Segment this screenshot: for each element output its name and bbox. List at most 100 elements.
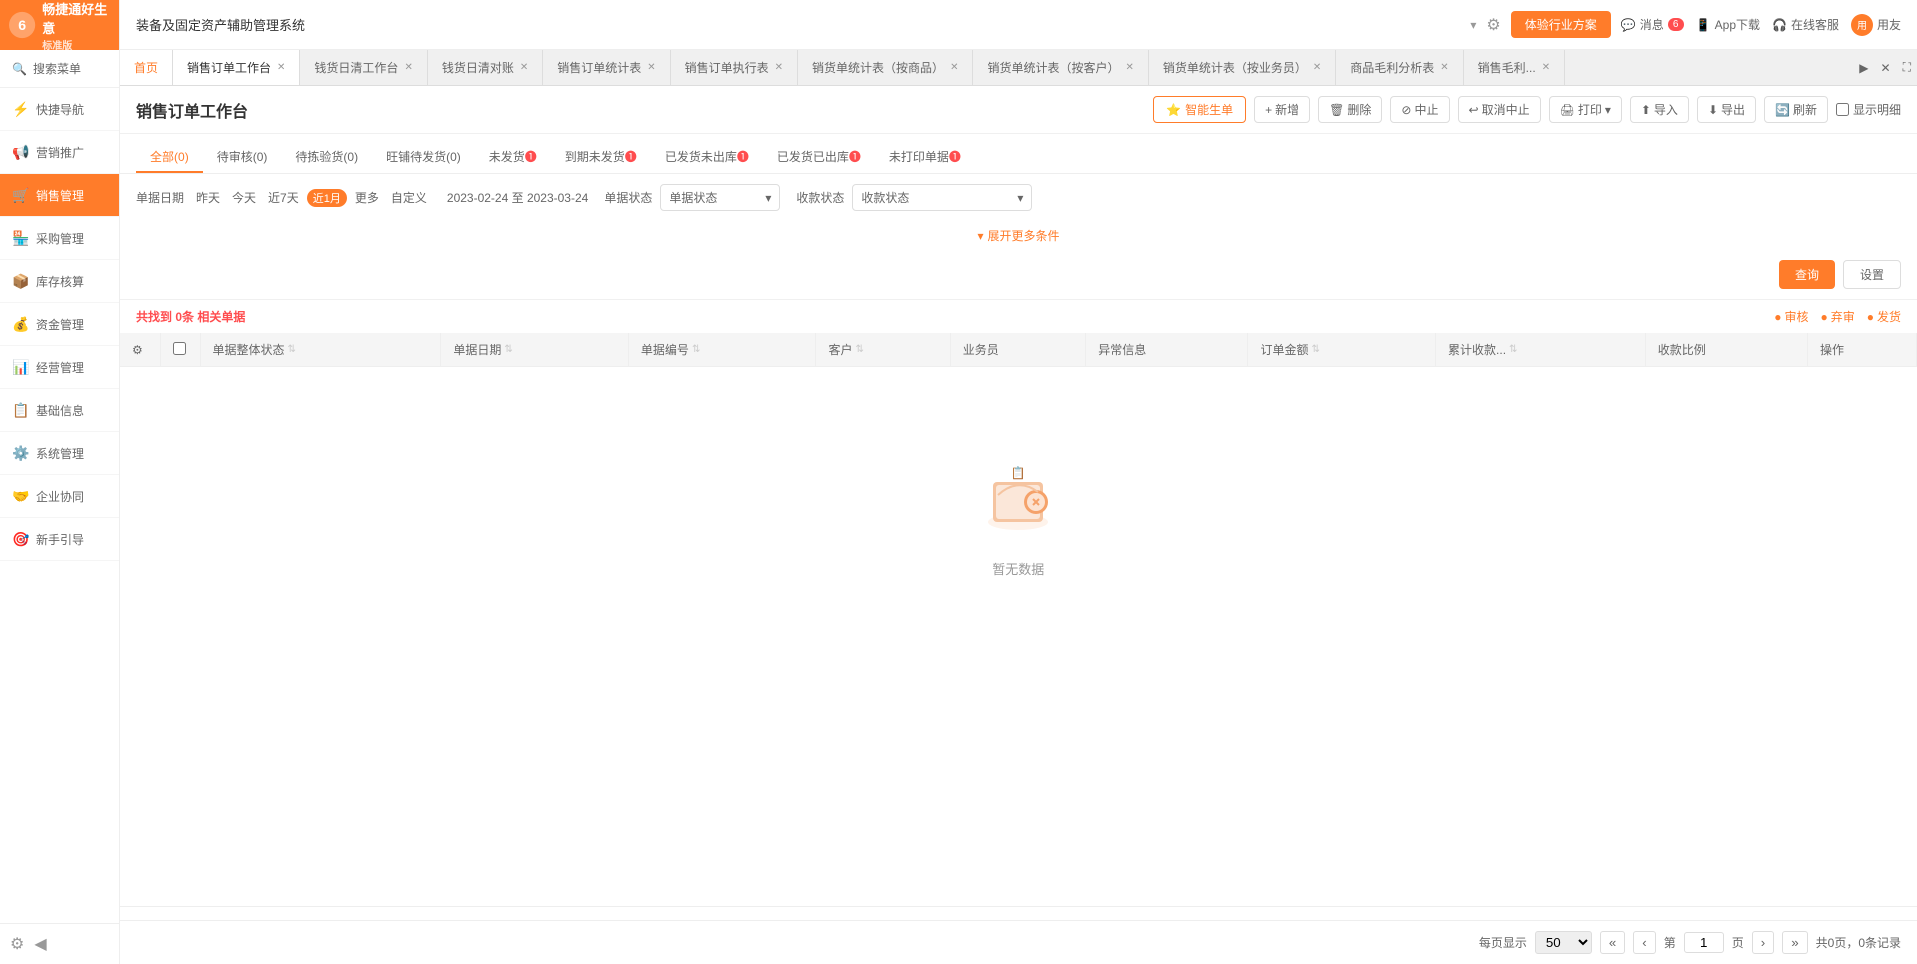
tab-close-icon-2[interactable]: ✕: [404, 62, 412, 73]
subtab-overdue-unshipped[interactable]: 到期未发货❶: [551, 142, 651, 173]
refresh-button[interactable]: 🔄 刷新: [1764, 96, 1828, 123]
sidebar-item-purchase[interactable]: 🏪 采购管理: [0, 217, 119, 260]
last-page-btn[interactable]: »: [1782, 931, 1807, 954]
tab-margin-analysis[interactable]: 商品毛利分析表 ✕: [1336, 50, 1463, 86]
online-service-btn[interactable]: 🎧 在线客服: [1772, 16, 1839, 33]
app-download-btn[interactable]: 📱 App下载: [1696, 16, 1760, 33]
message-btn[interactable]: 💬 消息 6: [1621, 16, 1684, 33]
th-accum-payment[interactable]: 累计收款...⇅: [1436, 333, 1646, 367]
date-opt-yesterday[interactable]: 昨天: [192, 187, 224, 208]
horizontal-scrollbar[interactable]: [120, 906, 1917, 920]
tab-goods-stats[interactable]: 销货单统计表（按商品） ✕: [798, 50, 973, 86]
subtab-shipped-not-out[interactable]: 已发货未出库❶: [651, 142, 763, 173]
filter-setting-button[interactable]: 设置: [1843, 260, 1901, 289]
tab-close-icon-8[interactable]: ✕: [1313, 62, 1321, 73]
next-page-btn[interactable]: ›: [1752, 931, 1774, 954]
sidebar-item-system[interactable]: ⚙️ 系统管理: [0, 432, 119, 475]
tab-sales-margin[interactable]: 销售毛利... ✕: [1464, 50, 1565, 86]
cancel-stop-button[interactable]: ↩ 取消中止: [1458, 96, 1541, 123]
tab-sales-workbench[interactable]: 销售订单工作台 ✕: [173, 50, 300, 86]
date-opt-custom[interactable]: 自定义: [387, 187, 431, 208]
user-btn[interactable]: 用 用友: [1851, 14, 1901, 36]
tab-cashflow-reconcile[interactable]: 钱货日清对账 ✕: [428, 50, 543, 86]
tab-expand[interactable]: ⛶: [1897, 50, 1917, 86]
sidebar-item-guide[interactable]: 🎯 新手引导: [0, 518, 119, 561]
subtab-wangpu-ship[interactable]: 旺铺待发货(0): [372, 142, 475, 173]
th-doc-no[interactable]: 单据编号⇅: [628, 333, 816, 367]
show-detail-checkbox[interactable]: [1836, 103, 1849, 116]
search-menu[interactable]: 🔍 搜索菜单: [0, 50, 119, 88]
page-size-select[interactable]: 10 20 50 100: [1535, 931, 1592, 954]
query-button[interactable]: 查询: [1779, 260, 1835, 289]
th-checkbox[interactable]: [160, 333, 200, 367]
export-button[interactable]: ⬇ 导出: [1697, 96, 1756, 123]
delete-button[interactable]: 🗑 删除: [1318, 96, 1382, 123]
select-all-checkbox[interactable]: [173, 342, 186, 355]
tab-customer-stats[interactable]: 销货单统计表（按客户） ✕: [973, 50, 1148, 86]
tab-close-all[interactable]: ✕: [1875, 50, 1897, 86]
tab-close-icon-5[interactable]: ✕: [775, 62, 783, 73]
th-customer[interactable]: 客户⇅: [816, 333, 950, 367]
tab-close-icon-9[interactable]: ✕: [1440, 62, 1448, 73]
th-doc-status[interactable]: 单据整体状态⇅: [200, 333, 441, 367]
sidebar-item-inventory[interactable]: 📦 库存核算: [0, 260, 119, 303]
expand-filter-btn[interactable]: ▾ 展开更多条件: [977, 227, 1059, 244]
first-page-btn[interactable]: «: [1600, 931, 1625, 954]
sidebar-item-operation[interactable]: 📊 经营管理: [0, 346, 119, 389]
tab-home[interactable]: 首页: [120, 50, 173, 86]
batch-review-btn[interactable]: ● 审核: [1774, 308, 1808, 325]
sidebar-item-marketing[interactable]: 📢 营销推广: [0, 131, 119, 174]
tab-close-icon-10[interactable]: ✕: [1542, 62, 1550, 73]
tab-salesman-stats[interactable]: 销货单统计表（按业务员） ✕: [1149, 50, 1336, 86]
date-opt-1month[interactable]: 近1月: [307, 189, 347, 207]
th-settings[interactable]: ⚙: [120, 333, 160, 367]
tab-close-icon[interactable]: ✕: [277, 62, 285, 73]
sidebar-item-quicknav[interactable]: ⚡ 快捷导航: [0, 88, 119, 131]
dropdown-arrow[interactable]: ▾: [1470, 18, 1476, 32]
tab-sales-stats[interactable]: 销售订单统计表 ✕: [543, 50, 670, 86]
status-filter-select[interactable]: 单据状态 ▾: [660, 184, 780, 211]
sidebar-item-finance[interactable]: 💰 资金管理: [0, 303, 119, 346]
page-number-input[interactable]: [1684, 932, 1724, 953]
tab-close-icon-3[interactable]: ✕: [520, 62, 528, 73]
tab-close-icon-6[interactable]: ✕: [950, 62, 958, 73]
subtab-unshipped[interactable]: 未发货❶: [475, 142, 551, 173]
tab-close-icon-4[interactable]: ✕: [647, 62, 655, 73]
th-doc-date[interactable]: 单据日期⇅: [441, 333, 629, 367]
sidebar-item-enterprise[interactable]: 🤝 企业协同: [0, 475, 119, 518]
print-button[interactable]: 🖨 打印 ▾: [1549, 96, 1622, 123]
th-abnormal[interactable]: 异常信息: [1086, 333, 1248, 367]
batch-cancel-review-btn[interactable]: ● 弃审: [1820, 308, 1854, 325]
subtab-pending-review[interactable]: 待审核(0): [203, 142, 282, 173]
settings-icon[interactable]: ⚙: [10, 934, 24, 954]
smart-generate-button[interactable]: ⭐ 智能生单: [1153, 96, 1246, 123]
date-opt-more[interactable]: 更多: [351, 187, 383, 208]
settings-gear-icon[interactable]: ⚙: [1486, 15, 1500, 35]
show-detail-checkbox-label[interactable]: 显示明细: [1836, 101, 1901, 118]
import-button[interactable]: ⬆ 导入: [1630, 96, 1689, 123]
tab-scroll-right[interactable]: ▶: [1853, 50, 1874, 86]
subtab-unprinted[interactable]: 未打印单据❶: [875, 142, 975, 173]
batch-ship-btn[interactable]: ● 发货: [1867, 308, 1901, 325]
payment-filter-select[interactable]: 收款状态 ▾: [852, 184, 1032, 211]
date-opt-7days[interactable]: 近7天: [264, 187, 303, 208]
collapse-icon[interactable]: ◀: [34, 934, 46, 954]
add-button[interactable]: + 新增: [1254, 96, 1310, 123]
tab-cashflow-daily[interactable]: 钱货日清工作台 ✕: [300, 50, 427, 86]
industry-solution-button[interactable]: 体验行业方案: [1511, 11, 1611, 38]
subtab-pending-pick[interactable]: 待拣验货(0): [281, 142, 372, 173]
tab-bar: 首页 销售订单工作台 ✕ 钱货日清工作台 ✕ 钱货日清对账 ✕ 销售订单统计表 …: [120, 50, 1917, 86]
stop-button[interactable]: ⊘ 中止: [1390, 96, 1449, 123]
th-order-amount[interactable]: 订单金额⇅: [1248, 333, 1436, 367]
tab-close-icon-7[interactable]: ✕: [1125, 62, 1133, 73]
sidebar-item-sales[interactable]: 🛒 销售管理: [0, 174, 119, 217]
search-icon: 🔍: [12, 62, 27, 76]
subtab-shipped-out[interactable]: 已发货已出库❶: [763, 142, 875, 173]
prev-page-btn[interactable]: ‹: [1633, 931, 1655, 954]
tab-sales-exec[interactable]: 销售订单执行表 ✕: [671, 50, 798, 86]
th-salesman[interactable]: 业务员: [950, 333, 1086, 367]
subtab-all[interactable]: 全部(0): [136, 142, 203, 173]
sidebar-item-basic[interactable]: 📋 基础信息: [0, 389, 119, 432]
date-opt-today[interactable]: 今天: [228, 187, 260, 208]
th-payment-ratio[interactable]: 收款比例: [1645, 333, 1807, 367]
